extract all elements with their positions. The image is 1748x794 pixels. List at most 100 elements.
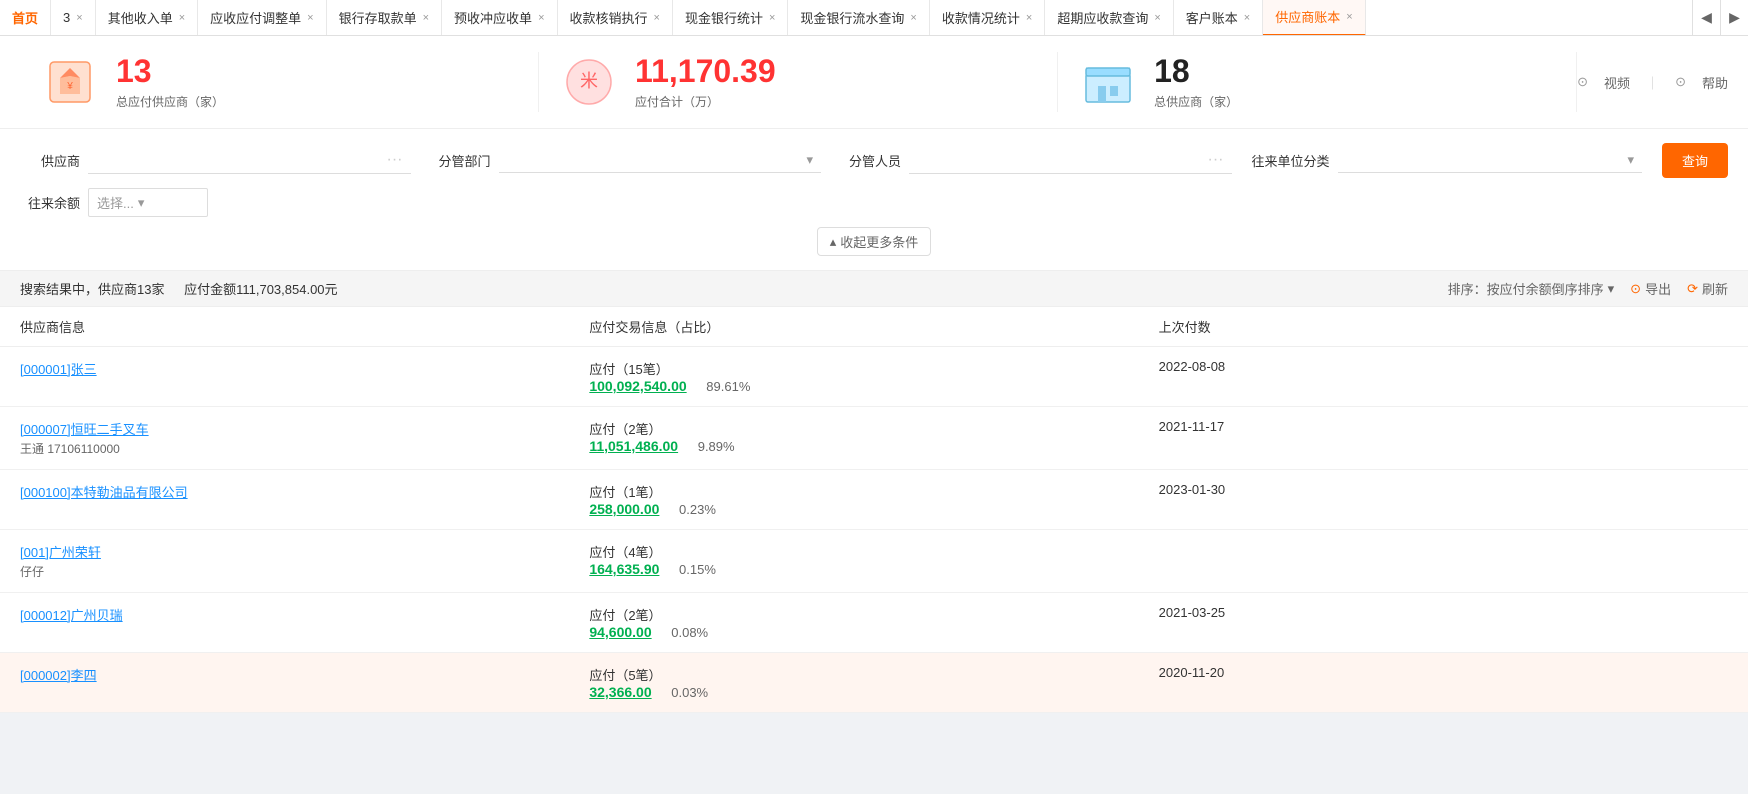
person-filter-label: 分管人员 bbox=[841, 151, 901, 170]
nav-tab-3[interactable]: 3 × bbox=[51, 0, 96, 36]
nav-tab-overdue[interactable]: 超期应收款查询 × bbox=[1045, 0, 1173, 36]
table-row: [001]广州荣轩 仔仔 应付（4笔） 164,635.90 0.15% bbox=[0, 530, 1748, 593]
category-select[interactable]: ▾ bbox=[1338, 148, 1642, 173]
refresh-button[interactable]: ⟳ 刷新 bbox=[1687, 279, 1728, 298]
tx-info-6: 应付（5笔） 32,366.00 0.03% bbox=[589, 665, 1158, 700]
dept-filter-label: 分管部门 bbox=[431, 151, 491, 170]
supplier-link-5[interactable]: [000012]广州贝瑞 bbox=[20, 605, 589, 624]
cash-stat-close[interactable]: × bbox=[769, 12, 775, 24]
header-right-actions: ⊙ 视频 ｜ ⊙ 帮助 bbox=[1577, 73, 1728, 92]
nav-arrow-left[interactable]: ◀ bbox=[1692, 0, 1720, 36]
supplier-count-label: 总应付供应商（家） bbox=[116, 93, 224, 110]
tx-amount-row-4: 164,635.90 0.15% bbox=[589, 561, 1158, 577]
prepay-close[interactable]: × bbox=[538, 12, 544, 24]
tab-3-close[interactable]: × bbox=[76, 12, 82, 24]
cash-stat-label: 现金银行统计 bbox=[685, 8, 763, 27]
nav-tab-receipt[interactable]: 收款核销执行 × bbox=[558, 0, 673, 36]
tx-amount-6[interactable]: 32,366.00 bbox=[589, 684, 651, 700]
collapse-button[interactable]: ▴ 收起更多条件 bbox=[817, 227, 932, 256]
supplier-close[interactable]: × bbox=[1346, 11, 1352, 23]
other-income-close[interactable]: × bbox=[179, 12, 185, 24]
customer-close[interactable]: × bbox=[1244, 12, 1250, 24]
nav-tab-home[interactable]: 首页 bbox=[0, 0, 51, 36]
tx-percent-5: 0.08% bbox=[671, 625, 708, 640]
nav-tab-receipt-stat[interactable]: 收款情况统计 × bbox=[930, 0, 1045, 36]
tx-amount-5[interactable]: 94,600.00 bbox=[589, 624, 651, 640]
tx-label-5: 应付（2笔） bbox=[589, 605, 1158, 624]
nav-tab-cash-stat[interactable]: 现金银行统计 × bbox=[673, 0, 788, 36]
svg-text:¥: ¥ bbox=[66, 81, 73, 92]
nav-tab-bank[interactable]: 银行存取款单 × bbox=[327, 0, 442, 36]
home-tab-label: 首页 bbox=[12, 8, 38, 27]
video-link[interactable]: 视频 bbox=[1604, 73, 1630, 92]
supplier-link-1[interactable]: [000001]张三 bbox=[20, 359, 589, 378]
supplier-sub-4: 仔仔 bbox=[20, 563, 589, 580]
last-pay-6: 2020-11-20 bbox=[1159, 665, 1728, 680]
tx-amount-3[interactable]: 258,000.00 bbox=[589, 501, 659, 517]
dept-chevron: ▾ bbox=[806, 152, 813, 168]
supplier-input[interactable]: ··· bbox=[88, 147, 411, 174]
tx-label-3: 应付（1笔） bbox=[589, 482, 1158, 501]
tx-info-5: 应付（2笔） 94,600.00 0.08% bbox=[589, 605, 1158, 640]
supplier-info-3: [000100]本特勒油品有限公司 bbox=[20, 482, 589, 501]
collapse-row: ▴ 收起更多条件 bbox=[20, 227, 1728, 256]
supplier-link-3[interactable]: [000100]本特勒油品有限公司 bbox=[20, 482, 589, 501]
balance-select[interactable]: 选择... ▾ bbox=[88, 188, 208, 217]
balance-placeholder: 选择... bbox=[97, 193, 134, 212]
filter-person: 分管人员 ··· bbox=[841, 147, 1232, 174]
supplier-link-2[interactable]: [000007]恒旺二手叉车 bbox=[20, 419, 589, 438]
filter-row-1: 供应商 ··· 分管部门 ▾ 分管人员 ··· 往来单位分类 ▾ 查询 bbox=[20, 143, 1728, 178]
supplier-count: 13 bbox=[116, 54, 224, 89]
nav-tab-customer[interactable]: 客户账本 × bbox=[1174, 0, 1263, 36]
tx-amount-1[interactable]: 100,092,540.00 bbox=[589, 378, 686, 394]
supplier-link-6[interactable]: [000002]李四 bbox=[20, 665, 589, 684]
table-row: [000002]李四 应付（5笔） 32,366.00 0.03% 2020-1… bbox=[0, 653, 1748, 713]
tx-amount-4[interactable]: 164,635.90 bbox=[589, 561, 659, 577]
overdue-close[interactable]: × bbox=[1154, 12, 1160, 24]
last-pay-5: 2021-03-25 bbox=[1159, 605, 1728, 620]
category-filter-label: 往来单位分类 bbox=[1252, 151, 1330, 170]
supplier-stat-icon: ¥ bbox=[40, 52, 100, 112]
ar-ap-close[interactable]: × bbox=[307, 12, 313, 24]
supplier-info-1: [000001]张三 bbox=[20, 359, 589, 378]
last-pay-1: 2022-08-08 bbox=[1159, 359, 1728, 374]
nav-tab-cash-flow[interactable]: 现金银行流水查询 × bbox=[788, 0, 929, 36]
bank-close[interactable]: × bbox=[423, 12, 429, 24]
help-link[interactable]: 帮助 bbox=[1702, 73, 1728, 92]
tx-amount-row-1: 100,092,540.00 89.61% bbox=[589, 378, 1158, 394]
nav-tab-prepay[interactable]: 预收冲应收单 × bbox=[442, 0, 557, 36]
supplier-info-6: [000002]李四 bbox=[20, 665, 589, 684]
balance-filter-label: 往来余额 bbox=[20, 193, 80, 212]
cash-flow-close[interactable]: × bbox=[910, 12, 916, 24]
dept-select[interactable]: ▾ bbox=[499, 148, 822, 173]
nav-tab-ar-ap[interactable]: 应收应付调整单 × bbox=[198, 0, 326, 36]
nav-arrow-right[interactable]: ▶ bbox=[1720, 0, 1748, 36]
tx-info-4: 应付（4笔） 164,635.90 0.15% bbox=[589, 542, 1158, 577]
search-button[interactable]: 查询 bbox=[1662, 143, 1728, 178]
supplier-link-4[interactable]: [001]广州荣轩 bbox=[20, 542, 589, 561]
col-header-lastpay: 上次付数 bbox=[1159, 317, 1728, 336]
table-header: 供应商信息 应付交易信息（占比） 上次付数 bbox=[0, 307, 1748, 347]
tx-info-2: 应付（2笔） 11,051,486.00 9.89% bbox=[589, 419, 1158, 454]
tx-amount-2[interactable]: 11,051,486.00 bbox=[589, 438, 678, 454]
tx-label-1: 应付（15笔） bbox=[589, 359, 1158, 378]
filter-row-2: 往来余额 选择... ▾ bbox=[20, 188, 1728, 217]
last-pay-2: 2021-11-17 bbox=[1159, 419, 1728, 434]
receipt-label: 收款核销执行 bbox=[570, 8, 648, 27]
table-row: [000007]恒旺二手叉车 王通 17106110000 应付（2笔） 11,… bbox=[0, 407, 1748, 470]
export-button[interactable]: ⊙ 导出 bbox=[1630, 279, 1671, 298]
col-header-supplier: 供应商信息 bbox=[20, 317, 589, 336]
results-info: 搜索结果中，供应商13家 应付金额111,703,854.00元 bbox=[20, 279, 354, 298]
receipt-close[interactable]: × bbox=[654, 12, 660, 24]
nav-tab-supplier[interactable]: 供应商账本 × bbox=[1263, 0, 1365, 36]
table-row: [000100]本特勒油品有限公司 应付（1笔） 258,000.00 0.23… bbox=[0, 470, 1748, 530]
nav-tab-other-income[interactable]: 其他收入单 × bbox=[96, 0, 198, 36]
collapse-label: 收起更多条件 bbox=[840, 232, 918, 251]
stat-info-amount: 11,170.39 应付合计（万） bbox=[635, 54, 776, 110]
sort-dropdown[interactable]: 排序：按应付余额倒序排序 ▾ bbox=[1448, 279, 1615, 298]
person-input[interactable]: ··· bbox=[909, 147, 1232, 174]
stat-info-suppliers: 13 总应付供应商（家） bbox=[116, 54, 224, 110]
receipt-stat-close[interactable]: × bbox=[1026, 12, 1032, 24]
filter-area: 供应商 ··· 分管部门 ▾ 分管人员 ··· 往来单位分类 ▾ 查询 bbox=[0, 129, 1748, 271]
person-dots: ··· bbox=[1208, 151, 1224, 169]
